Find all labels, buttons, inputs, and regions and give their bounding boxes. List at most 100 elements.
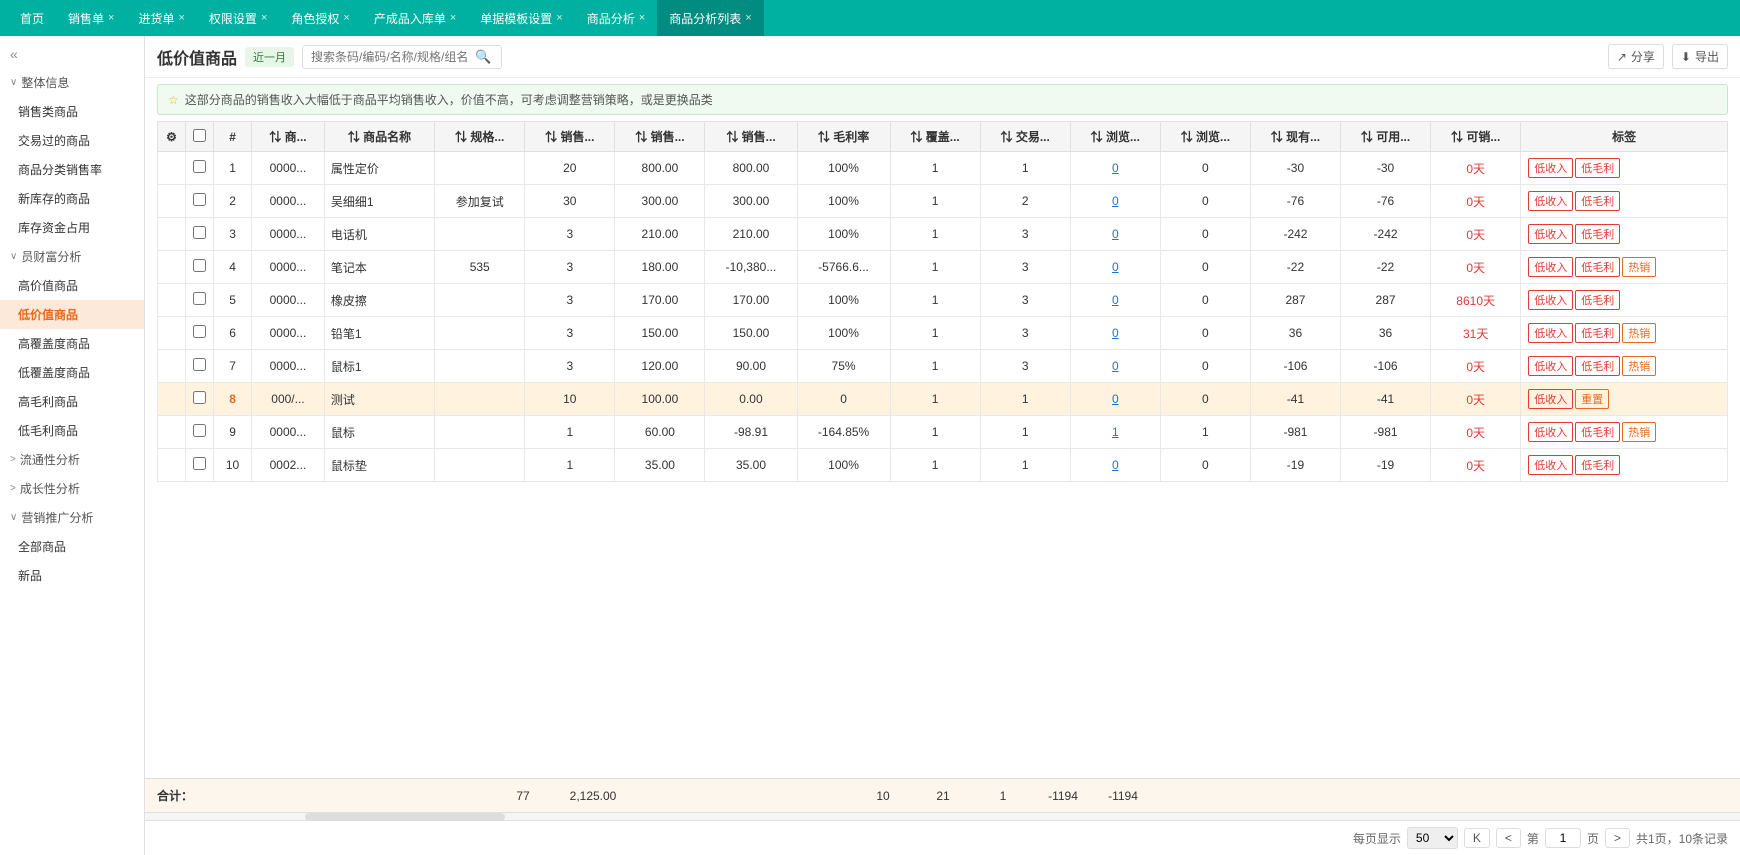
th-name[interactable]: ⇅ 商品名称 — [324, 122, 434, 152]
nav-roles[interactable]: 角色授权 × — [279, 0, 361, 36]
cell-browse1[interactable]: 0 — [1070, 152, 1160, 185]
browse1-link[interactable]: 0 — [1112, 194, 1119, 208]
row-checkbox[interactable] — [193, 193, 206, 206]
row-checkbox[interactable] — [193, 259, 206, 272]
nav-close-purchase[interactable]: × — [178, 12, 184, 24]
table-wrapper[interactable]: ⚙ # ⇅ 商... ⇅ 商品名称 ⇅ 规格... ⇅ — [145, 121, 1740, 778]
sidebar-item-new-products[interactable]: 新品 — [0, 561, 144, 590]
sidebar-group-marketing[interactable]: ∨ 营销推广分析 — [0, 503, 144, 532]
cell-browse1[interactable]: 0 — [1070, 317, 1160, 350]
sidebar-collapse-btn[interactable]: « — [6, 44, 22, 64]
browse1-link[interactable]: 0 — [1112, 260, 1119, 274]
sidebar-item-sales-products[interactable]: 销售类商品 — [0, 97, 144, 126]
row-checkbox[interactable] — [193, 457, 206, 470]
th-browse2[interactable]: ⇅ 浏览... — [1160, 122, 1250, 152]
cell-browse1[interactable]: 0 — [1070, 449, 1160, 482]
browse1-link[interactable]: 0 — [1112, 161, 1119, 175]
cell-check[interactable] — [186, 416, 214, 449]
th-spec[interactable]: ⇅ 规格... — [435, 122, 525, 152]
browse1-link[interactable]: 0 — [1112, 326, 1119, 340]
th-trade[interactable]: ⇅ 交易... — [980, 122, 1070, 152]
th-checkbox[interactable] — [186, 122, 214, 152]
th-sellable[interactable]: ⇅ 可销... — [1431, 122, 1521, 152]
nav-close-sales[interactable]: × — [108, 12, 114, 24]
row-checkbox[interactable] — [193, 325, 206, 338]
nav-close-template[interactable]: × — [556, 12, 562, 24]
first-page-btn[interactable]: K — [1464, 828, 1490, 848]
cell-check[interactable] — [186, 317, 214, 350]
nav-home[interactable]: 首页 — [8, 0, 56, 36]
nav-products-warehouse[interactable]: 产成品入库单 × — [362, 0, 468, 36]
sidebar-item-high-coverage[interactable]: 高覆盖度商品 — [0, 329, 144, 358]
th-code[interactable]: ⇅ 商... — [252, 122, 325, 152]
th-gross-rate[interactable]: ⇅ 毛利率 — [797, 122, 890, 152]
cell-check[interactable] — [186, 350, 214, 383]
th-coverage[interactable]: ⇅ 覆盖... — [890, 122, 980, 152]
browse1-link[interactable]: 0 — [1112, 458, 1119, 472]
row-checkbox[interactable] — [193, 292, 206, 305]
sidebar-item-high-margin[interactable]: 高毛利商品 — [0, 387, 144, 416]
page-input[interactable] — [1545, 828, 1581, 848]
th-sales2[interactable]: ⇅ 销售... — [615, 122, 705, 152]
sidebar-item-low-margin[interactable]: 低毛利商品 — [0, 416, 144, 445]
prev-page-btn[interactable]: < — [1496, 828, 1521, 848]
select-all-checkbox[interactable] — [193, 129, 206, 142]
cell-browse1[interactable]: 0 — [1070, 284, 1160, 317]
th-settings[interactable]: ⚙ — [158, 122, 186, 152]
share-button[interactable]: ↗ 分享 — [1608, 44, 1664, 69]
row-checkbox[interactable] — [193, 226, 206, 239]
th-available[interactable]: ⇅ 可用... — [1341, 122, 1431, 152]
sidebar-item-low-value[interactable]: 低价值商品 — [0, 300, 144, 329]
cell-browse1[interactable]: 0 — [1070, 185, 1160, 218]
cell-check[interactable] — [186, 449, 214, 482]
browse1-link[interactable]: 1 — [1112, 425, 1119, 439]
next-page-btn[interactable]: > — [1605, 828, 1630, 848]
sidebar-group-circulation[interactable]: > 流通性分析 — [0, 445, 144, 474]
th-browse1[interactable]: ⇅ 浏览... — [1070, 122, 1160, 152]
browse1-link[interactable]: 0 — [1112, 392, 1119, 406]
nav-close-permissions[interactable]: × — [261, 12, 267, 24]
search-box[interactable]: 🔍 — [302, 45, 502, 69]
period-tag-button[interactable]: 近一月 — [245, 47, 294, 67]
cell-check[interactable] — [186, 185, 214, 218]
nav-product-analysis[interactable]: 商品分析 × — [575, 0, 657, 36]
cell-browse1[interactable]: 1 — [1070, 416, 1160, 449]
nav-permissions[interactable]: 权限设置 × — [197, 0, 279, 36]
nav-template-settings[interactable]: 单据模板设置 × — [468, 0, 574, 36]
th-current[interactable]: ⇅ 现有... — [1250, 122, 1340, 152]
th-sales1[interactable]: ⇅ 销售... — [525, 122, 615, 152]
cell-browse1[interactable]: 0 — [1070, 350, 1160, 383]
cell-check[interactable] — [186, 383, 214, 416]
nav-close-analysis[interactable]: × — [639, 12, 645, 24]
cell-check[interactable] — [186, 152, 214, 185]
sidebar-item-low-coverage[interactable]: 低覆盖度商品 — [0, 358, 144, 387]
sidebar-group-financial[interactable]: ∨ 员财富分析 — [0, 242, 144, 271]
nav-sales[interactable]: 销售单 × — [56, 0, 126, 36]
browse1-link[interactable]: 0 — [1112, 359, 1119, 373]
row-checkbox[interactable] — [193, 391, 206, 404]
cell-check[interactable] — [186, 251, 214, 284]
sidebar-item-category-sales[interactable]: 商品分类销售率 — [0, 155, 144, 184]
nav-purchase[interactable]: 进货单 × — [126, 0, 196, 36]
nav-close-products[interactable]: × — [450, 12, 456, 24]
sidebar-item-traded[interactable]: 交易过的商品 — [0, 126, 144, 155]
row-checkbox[interactable] — [193, 160, 206, 173]
th-sales3[interactable]: ⇅ 销售... — [705, 122, 797, 152]
cell-check[interactable] — [186, 218, 214, 251]
nav-analysis-list[interactable]: 商品分析列表 × — [657, 0, 763, 36]
sidebar-item-stock-funds[interactable]: 库存资金占用 — [0, 213, 144, 242]
browse1-link[interactable]: 0 — [1112, 227, 1119, 241]
sidebar-group-growth[interactable]: > 成长性分析 — [0, 474, 144, 503]
sidebar-item-new-stock[interactable]: 新库存的商品 — [0, 184, 144, 213]
sidebar-group-overall[interactable]: ∨ 整体信息 — [0, 68, 144, 97]
row-checkbox[interactable] — [193, 358, 206, 371]
cell-browse1[interactable]: 0 — [1070, 218, 1160, 251]
per-page-select[interactable]: 50 100 200 — [1407, 827, 1458, 849]
row-checkbox[interactable] — [193, 424, 206, 437]
sidebar-item-all-products[interactable]: 全部商品 — [0, 532, 144, 561]
browse1-link[interactable]: 0 — [1112, 293, 1119, 307]
cell-browse1[interactable]: 0 — [1070, 383, 1160, 416]
cell-check[interactable] — [186, 284, 214, 317]
nav-close-analysis-list[interactable]: × — [745, 12, 751, 24]
search-input[interactable] — [311, 50, 471, 64]
